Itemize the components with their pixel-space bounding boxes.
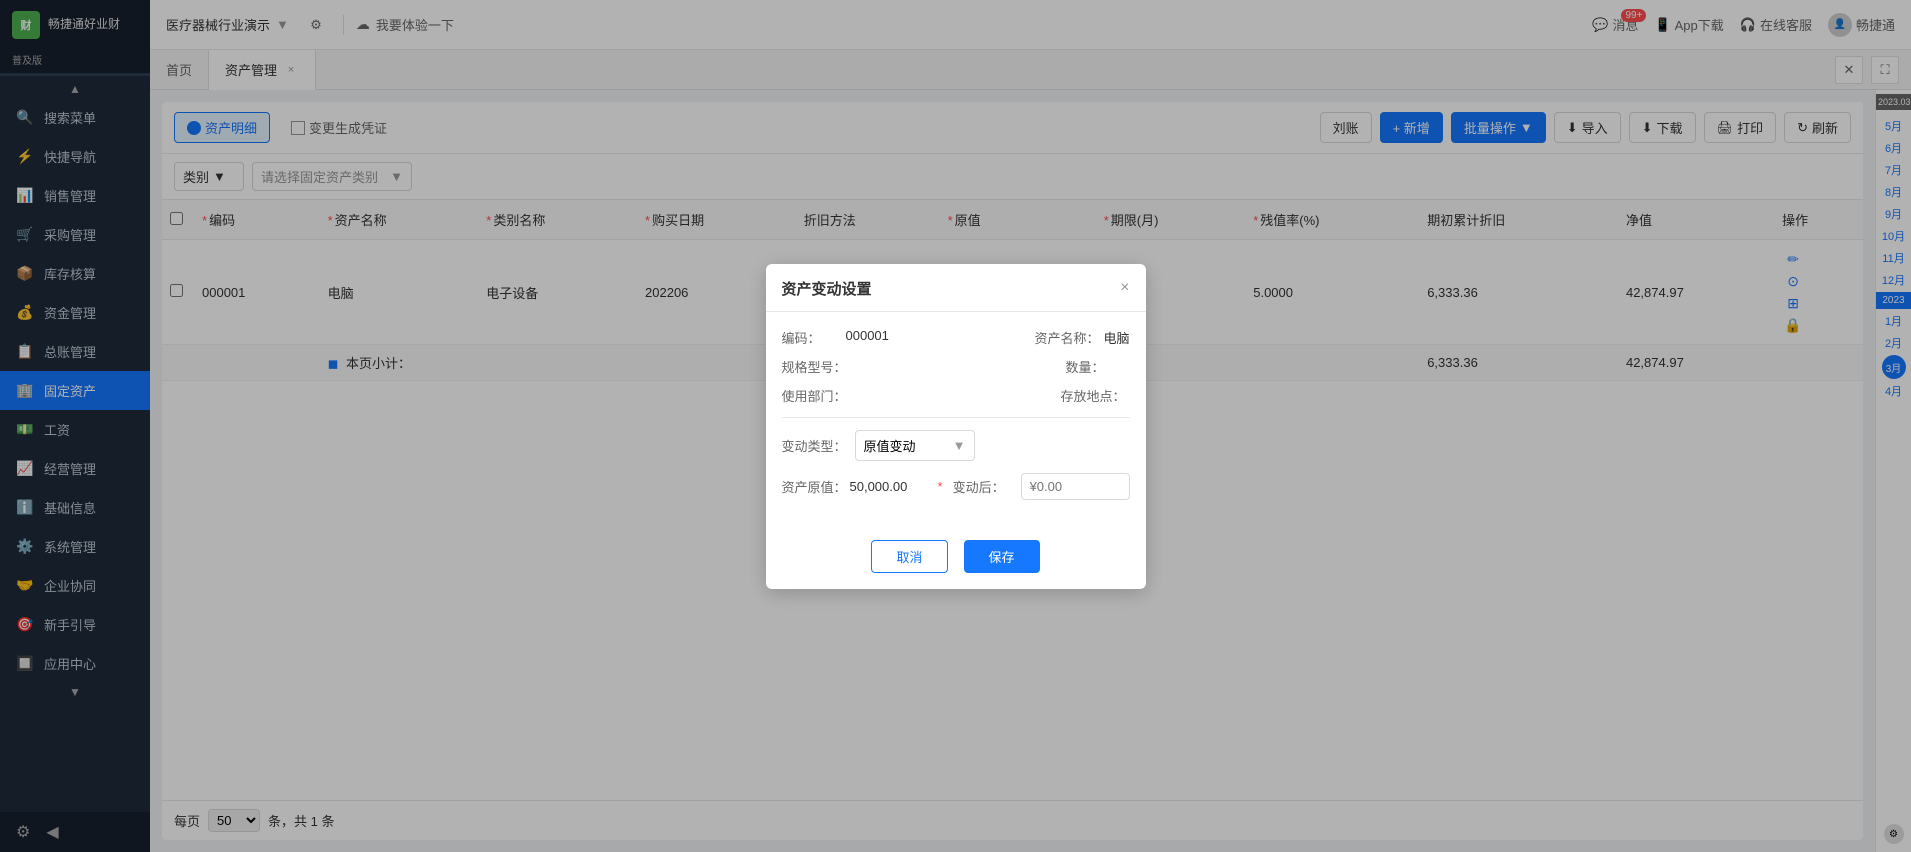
dialog-row-2: 规格型号： 数量： <box>782 357 1130 376</box>
change-type-value: 原值变动 <box>864 436 916 455</box>
change-type-label: 变动类型： <box>782 436 847 455</box>
location-field: 存放地点： <box>1060 386 1129 405</box>
save-button[interactable]: 保存 <box>964 540 1040 573</box>
name-field: 资产名称： 电脑 <box>1034 328 1129 347</box>
dialog-row-3: 使用部门： 存放地点： <box>782 386 1130 405</box>
asset-value-label: 资产原值： <box>782 477 842 496</box>
dialog-title: 资产变动设置 <box>782 278 872 299</box>
dialog-divider-1 <box>782 417 1130 418</box>
code-value: 000001 <box>846 328 889 347</box>
dialog-row-1: 编码： 000001 资产名称： 电脑 <box>782 328 1130 347</box>
dialog-header: 资产变动设置 × <box>766 264 1146 312</box>
dept-label: 使用部门： <box>782 386 847 405</box>
cancel-button[interactable]: 取消 <box>871 540 947 573</box>
asset-name-value: 电脑 <box>1103 328 1129 347</box>
code-label: 编码： <box>782 328 842 347</box>
dialog-body: 编码： 000001 资产名称： 电脑 规格型号： 数量： <box>766 312 1146 528</box>
quantity-label: 数量： <box>1066 357 1126 376</box>
change-type-select[interactable]: 原值变动 ▼ <box>855 430 975 461</box>
dialog-footer: 取消 保存 <box>766 528 1146 589</box>
change-type-dropdown-icon: ▼ <box>953 438 966 453</box>
after-change-required: * <box>938 479 943 494</box>
asset-value-row: 资产原值： 50,000.00 * 变动后： <box>782 473 1130 500</box>
asset-name-label: 资产名称： <box>1034 328 1099 347</box>
dialog-close-icon[interactable]: × <box>1120 279 1129 297</box>
spec-label: 规格型号： <box>782 357 847 376</box>
asset-change-dialog: 资产变动设置 × 编码： 000001 资产名称： 电脑 规格型号： <box>766 264 1146 589</box>
spec-field: 规格型号： <box>782 357 851 376</box>
asset-value: 50,000.00 <box>850 479 930 494</box>
quantity-field: 数量： <box>1066 357 1130 376</box>
after-change-label: 变动后： <box>953 477 1013 496</box>
location-label: 存放地点： <box>1060 386 1125 405</box>
change-type-row: 变动类型： 原值变动 ▼ <box>782 430 1130 461</box>
dept-field: 使用部门： <box>782 386 851 405</box>
code-field: 编码： 000001 <box>782 328 889 347</box>
after-change-input[interactable] <box>1021 473 1130 500</box>
modal-overlay: 资产变动设置 × 编码： 000001 资产名称： 电脑 规格型号： <box>0 0 1911 852</box>
